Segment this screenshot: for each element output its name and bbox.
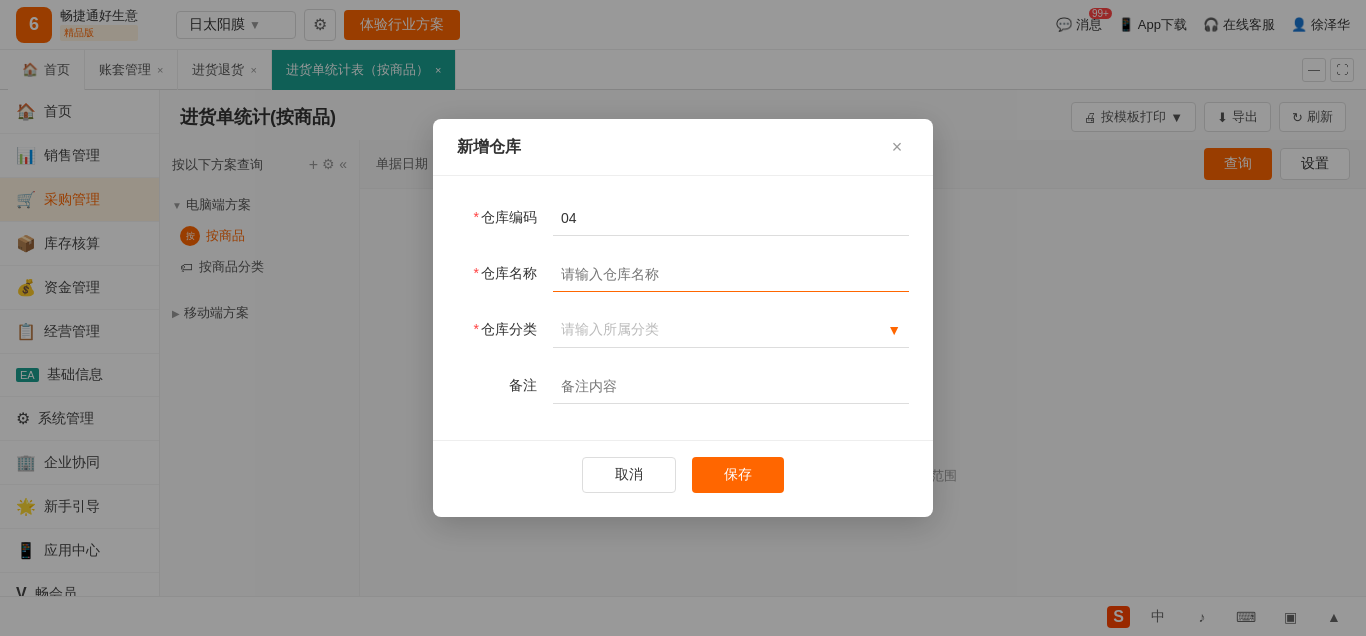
category-form-row: 仓库分类 请输入所属分类 ▼ [457,312,909,348]
code-form-row: 仓库编码 [457,200,909,236]
cancel-button[interactable]: 取消 [582,457,676,493]
name-input[interactable] [553,256,909,292]
save-button[interactable]: 保存 [692,457,784,493]
category-label: 仓库分类 [457,321,537,339]
name-label: 仓库名称 [457,265,537,283]
new-warehouse-dialog: 新增仓库 × 仓库编码 仓库名称 仓库分类 请输入所属分类 ▼ [433,119,933,517]
dialog-footer: 取消 保存 [433,440,933,517]
code-input[interactable] [553,200,909,236]
category-dropdown-arrow: ▼ [887,322,901,338]
remark-input[interactable] [553,368,909,404]
dialog-title: 新增仓库 [457,137,521,158]
modal-overlay: 新增仓库 × 仓库编码 仓库名称 仓库分类 请输入所属分类 ▼ [0,0,1366,636]
dialog-header: 新增仓库 × [433,119,933,176]
code-label: 仓库编码 [457,209,537,227]
category-placeholder: 请输入所属分类 [561,321,659,339]
name-form-row: 仓库名称 [457,256,909,292]
dialog-body: 仓库编码 仓库名称 仓库分类 请输入所属分类 ▼ 备注 [433,176,933,440]
remark-label: 备注 [457,377,537,395]
dialog-close-button[interactable]: × [885,135,909,159]
category-select[interactable]: 请输入所属分类 ▼ [553,312,909,348]
remark-form-row: 备注 [457,368,909,404]
